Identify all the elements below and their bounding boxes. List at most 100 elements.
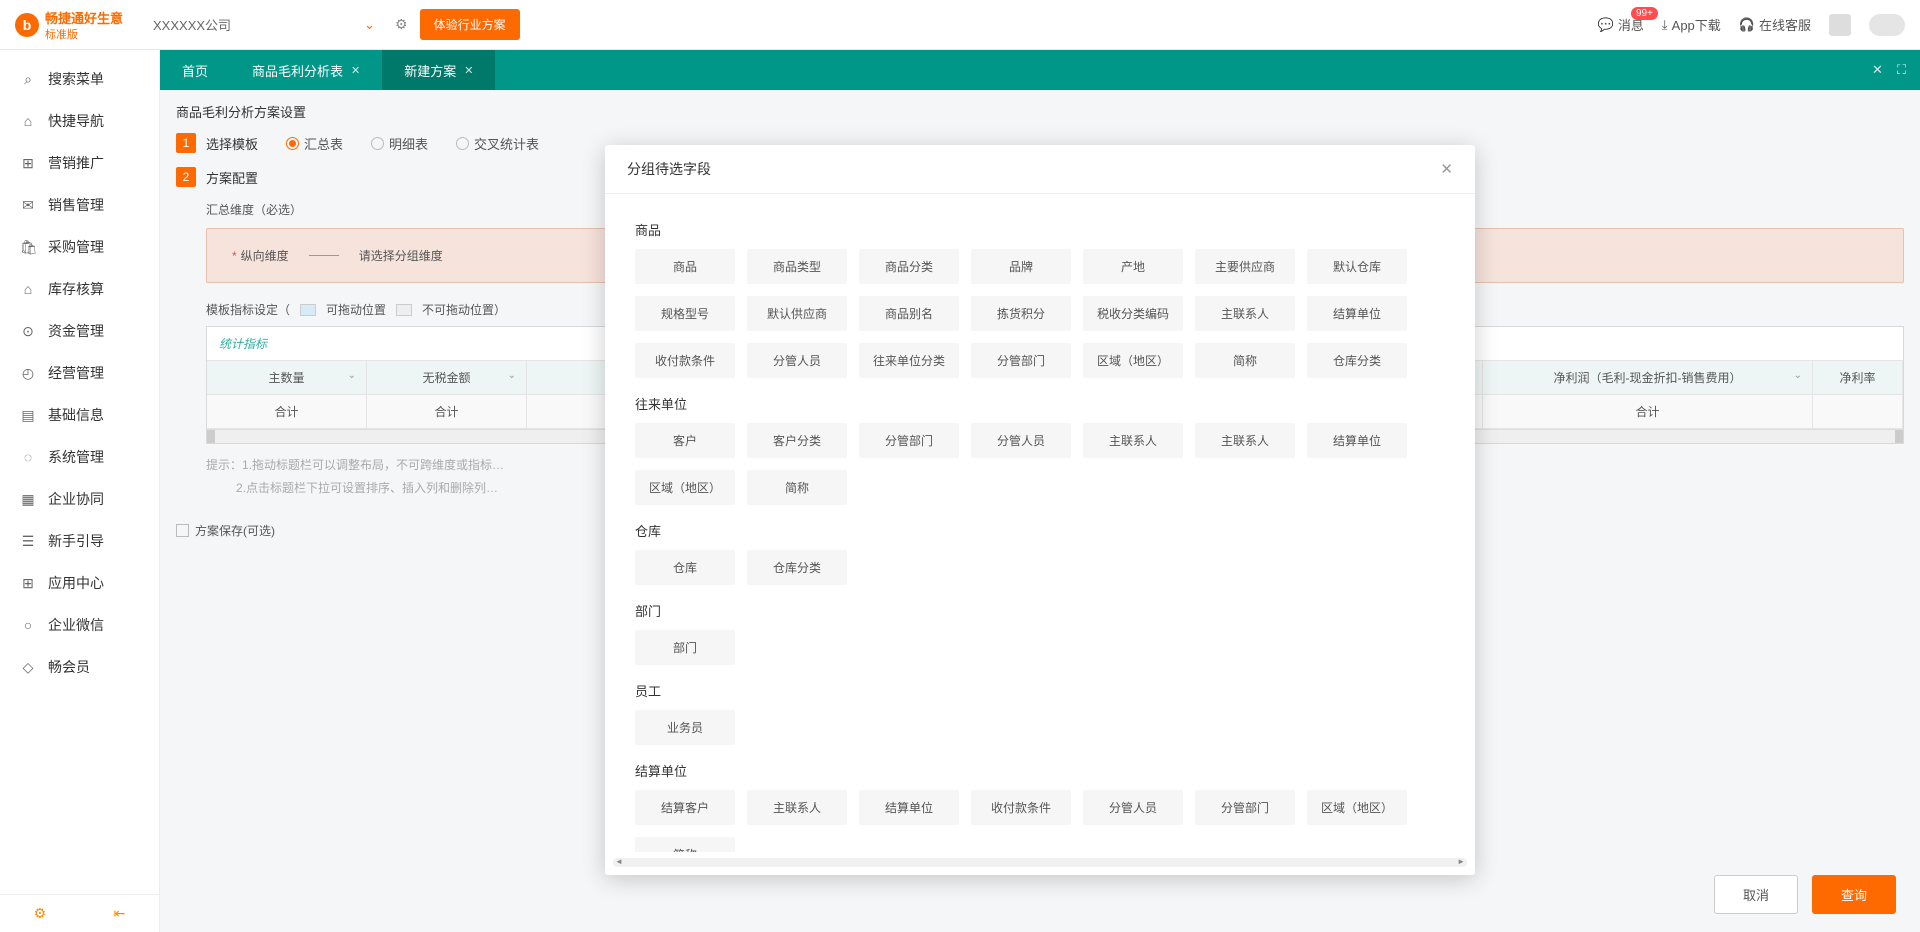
- settings-icon[interactable]: ⚙: [34, 905, 47, 922]
- chip-row: 客户客户分类分管部门分管人员主联系人主联系人结算单位区域（地区）简称: [635, 423, 1445, 505]
- field-chip[interactable]: 仓库分类: [1307, 343, 1407, 378]
- sidebar-item-label: 企业微信: [48, 615, 104, 635]
- field-chip[interactable]: 区域（地区）: [1083, 343, 1183, 378]
- close-icon[interactable]: ✕: [1440, 160, 1453, 178]
- sidebar-item-12[interactable]: ⊞应用中心: [0, 562, 159, 604]
- field-chip[interactable]: 结算单位: [859, 790, 959, 825]
- sidebar-icon: ⌂: [20, 113, 36, 129]
- sidebar-item-11[interactable]: ☰新手引导: [0, 520, 159, 562]
- field-chip[interactable]: 产地: [1083, 249, 1183, 284]
- field-chip[interactable]: 商品别名: [859, 296, 959, 331]
- messages-link[interactable]: 💬 消息 99+: [1598, 15, 1644, 34]
- sidebar-icon: ▦: [20, 491, 36, 508]
- sidebar-item-label: 新手引导: [48, 531, 104, 551]
- sidebar-item-9[interactable]: ◌系统管理: [0, 436, 159, 478]
- sidebar-item-label: 资金管理: [48, 321, 104, 341]
- industry-plan-button[interactable]: 体验行业方案: [420, 9, 520, 40]
- modal-h-scrollbar[interactable]: [613, 858, 1467, 867]
- field-chip[interactable]: 简称: [1195, 343, 1295, 378]
- sidebar-icon: ⌂: [20, 281, 36, 297]
- sidebar-icon: ◇: [20, 659, 36, 676]
- sidebar-footer: ⚙ ⇤: [0, 894, 159, 932]
- sidebar-item-label: 快捷导航: [48, 111, 104, 131]
- field-chip[interactable]: 分管人员: [1083, 790, 1183, 825]
- message-icon: 💬: [1598, 17, 1614, 33]
- field-chip[interactable]: 收付款条件: [971, 790, 1071, 825]
- sidebar-item-3[interactable]: ✉销售管理: [0, 184, 159, 226]
- field-chip[interactable]: 简称: [747, 470, 847, 505]
- field-chip[interactable]: 仓库分类: [747, 550, 847, 585]
- sidebar-item-6[interactable]: ⊙资金管理: [0, 310, 159, 352]
- modal-mask: 分组待选字段 ✕ 商品商品商品类型商品分类品牌产地主要供应商默认仓库规格型号默认…: [160, 50, 1920, 932]
- chevron-down-icon: ⌄: [364, 17, 375, 33]
- chip-row: 业务员: [635, 710, 1445, 745]
- sidebar-item-14[interactable]: ◇ 畅会员: [0, 646, 159, 688]
- field-chip[interactable]: 收付款条件: [635, 343, 735, 378]
- field-chip[interactable]: 分管人员: [747, 343, 847, 378]
- field-chip[interactable]: 主联系人: [747, 790, 847, 825]
- group-label: 往来单位: [635, 394, 1445, 413]
- sidebar-item-4[interactable]: 🛍采购管理: [0, 226, 159, 268]
- field-chip[interactable]: 商品分类: [859, 249, 959, 284]
- collapse-icon[interactable]: ⇤: [114, 905, 126, 922]
- field-chip[interactable]: 拣货积分: [971, 296, 1071, 331]
- field-chip[interactable]: 主联系人: [1083, 423, 1183, 458]
- sidebar-icon: ◌: [20, 449, 36, 465]
- sidebar-item-label: 经营管理: [48, 363, 104, 383]
- field-chip[interactable]: 默认仓库: [1307, 249, 1407, 284]
- field-chip[interactable]: 结算客户: [635, 790, 735, 825]
- online-service-label: 在线客服: [1759, 15, 1811, 34]
- field-chip[interactable]: 区域（地区）: [635, 470, 735, 505]
- sidebar-icon: ✉: [20, 197, 36, 214]
- field-chip[interactable]: 默认供应商: [747, 296, 847, 331]
- field-chip[interactable]: 规格型号: [635, 296, 735, 331]
- gear-icon[interactable]: ⚙: [395, 16, 408, 33]
- user-menu[interactable]: [1869, 14, 1905, 36]
- field-chip[interactable]: 部门: [635, 630, 735, 665]
- chip-row: 仓库仓库分类: [635, 550, 1445, 585]
- field-chip[interactable]: 税收分类编码: [1083, 296, 1183, 331]
- field-chip[interactable]: 分管部门: [1195, 790, 1295, 825]
- online-service-link[interactable]: 🎧 在线客服: [1739, 15, 1811, 34]
- field-chip[interactable]: 仓库: [635, 550, 735, 585]
- field-chip[interactable]: 区域（地区）: [1307, 790, 1407, 825]
- sidebar-item-7[interactable]: ◴经营管理: [0, 352, 159, 394]
- field-chip[interactable]: 客户分类: [747, 423, 847, 458]
- field-chip[interactable]: 结算单位: [1307, 423, 1407, 458]
- sidebar-item-5[interactable]: ⌂库存核算: [0, 268, 159, 310]
- avatar-icon[interactable]: [1829, 14, 1851, 36]
- field-chip[interactable]: 品牌: [971, 249, 1071, 284]
- company-selector[interactable]: XXXXXX公司 ⌄: [153, 15, 383, 34]
- field-chip[interactable]: 结算单位: [1307, 296, 1407, 331]
- sidebar-item-10[interactable]: ▦企业协同: [0, 478, 159, 520]
- field-chip[interactable]: 分管部门: [971, 343, 1071, 378]
- field-chip[interactable]: 分管部门: [859, 423, 959, 458]
- field-chip[interactable]: 主要供应商: [1195, 249, 1295, 284]
- field-chip[interactable]: 主联系人: [1195, 296, 1295, 331]
- field-chip[interactable]: 商品类型: [747, 249, 847, 284]
- field-chip[interactable]: 商品: [635, 249, 735, 284]
- sidebar-icon: ○: [20, 617, 36, 633]
- sidebar-item-1[interactable]: ⌂ 快捷导航: [0, 100, 159, 142]
- sidebar-item-2[interactable]: ⊞营销推广: [0, 142, 159, 184]
- app-download-link[interactable]: ⤓ App下载: [1662, 15, 1721, 34]
- sidebar-item-0[interactable]: ⌕搜索菜单: [0, 58, 159, 100]
- sidebar-item-label: 畅会员: [48, 657, 90, 677]
- sidebar-icon: ▤: [20, 407, 36, 424]
- field-chip[interactable]: 业务员: [635, 710, 735, 745]
- field-selector-modal: 分组待选字段 ✕ 商品商品商品类型商品分类品牌产地主要供应商默认仓库规格型号默认…: [605, 145, 1475, 875]
- sidebar-item-13[interactable]: ○ 企业微信: [0, 604, 159, 646]
- group-label: 员工: [635, 681, 1445, 700]
- download-icon: ⤓: [1662, 17, 1668, 33]
- app-download-label: App下载: [1672, 15, 1721, 34]
- logo: b 畅捷通好生意 标准版: [15, 8, 123, 42]
- group-label: 部门: [635, 601, 1445, 620]
- field-chip[interactable]: 简称: [635, 837, 735, 852]
- field-chip[interactable]: 主联系人: [1195, 423, 1295, 458]
- sidebar-icon: ⊞: [20, 575, 36, 592]
- group-label: 结算单位: [635, 761, 1445, 780]
- field-chip[interactable]: 分管人员: [971, 423, 1071, 458]
- field-chip[interactable]: 往来单位分类: [859, 343, 959, 378]
- sidebar-item-8[interactable]: ▤基础信息: [0, 394, 159, 436]
- field-chip[interactable]: 客户: [635, 423, 735, 458]
